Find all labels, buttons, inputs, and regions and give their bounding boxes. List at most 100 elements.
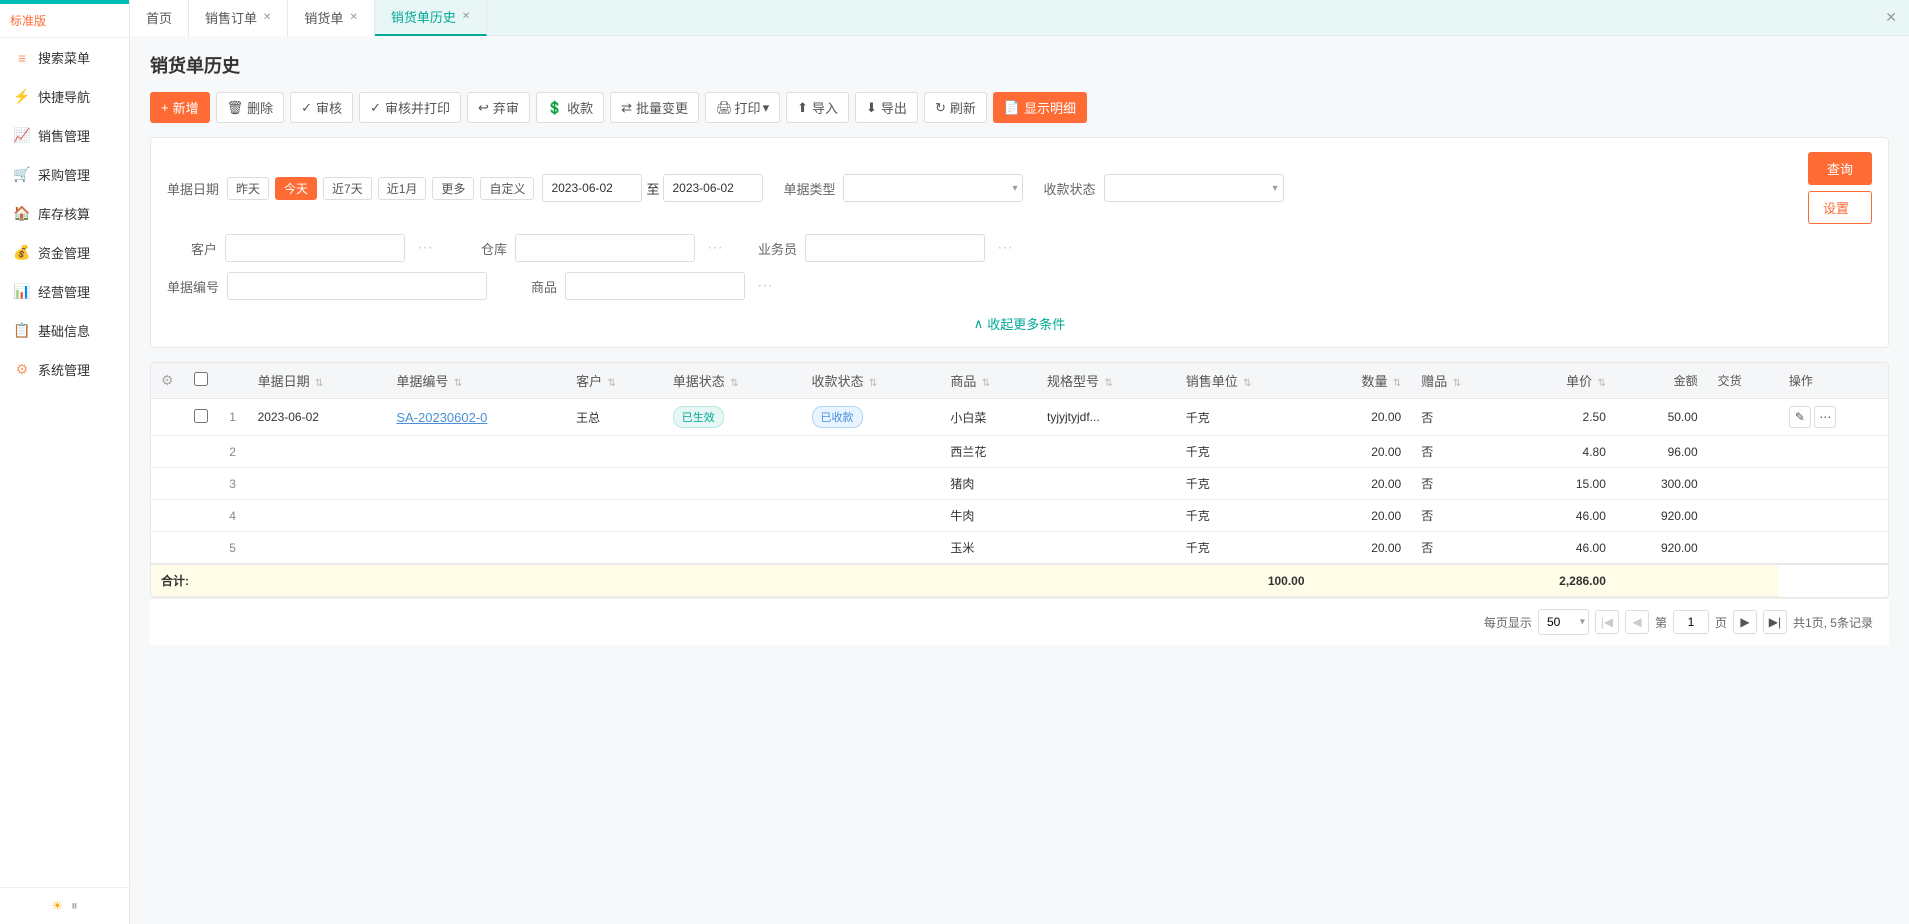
collapse-button[interactable]: ∧ 收起更多条件 bbox=[974, 314, 1066, 333]
edit-row-btn[interactable]: ✎ bbox=[1789, 406, 1811, 428]
select-all-checkbox[interactable] bbox=[194, 372, 208, 386]
last-page-btn[interactable]: ▶| bbox=[1763, 610, 1787, 634]
sort-customer-icon[interactable]: ⇅ bbox=[607, 378, 615, 389]
row-doc-no bbox=[386, 468, 566, 500]
more-row-btn[interactable]: ⋯ bbox=[1814, 406, 1836, 428]
sort-spec-type-icon[interactable]: ⇅ bbox=[1104, 378, 1112, 389]
column-settings-icon[interactable]: ⚙ bbox=[161, 372, 174, 388]
sidebar-item-sys-mgmt[interactable]: ⚙ 系统管理 bbox=[0, 350, 129, 389]
row-payment-status bbox=[802, 532, 941, 565]
sidebar-item-purchase-mgmt[interactable]: 🛒 采购管理 bbox=[0, 155, 129, 194]
sort-sales-unit-icon[interactable]: ⇅ bbox=[1243, 378, 1251, 389]
payment-status-select[interactable] bbox=[1104, 174, 1284, 202]
audit-icon: ✓ bbox=[301, 100, 312, 116]
tab-sales-delivery-close[interactable]: ✕ bbox=[349, 12, 357, 23]
sidebar-item-basic-info[interactable]: 📋 基础信息 bbox=[0, 311, 129, 350]
date-1month[interactable]: 近1月 bbox=[378, 177, 427, 200]
settings-button[interactable]: 设置 bbox=[1808, 191, 1872, 224]
date-today[interactable]: 今天 bbox=[275, 177, 317, 200]
customer-input[interactable] bbox=[225, 234, 405, 262]
tab-home[interactable]: 首页 bbox=[130, 0, 189, 36]
first-page-btn[interactable]: |◀ bbox=[1595, 610, 1619, 634]
prev-page-btn[interactable]: ◀ bbox=[1625, 610, 1649, 634]
sort-payment-status-icon[interactable]: ⇅ bbox=[869, 378, 877, 389]
date-more[interactable]: 更多 bbox=[432, 177, 474, 200]
doc-status-badge: 已生效 bbox=[673, 406, 724, 428]
row-doc-date bbox=[248, 468, 387, 500]
sun-icon[interactable]: ☀ bbox=[51, 898, 63, 914]
row-select-checkbox[interactable] bbox=[194, 409, 208, 423]
row-doc-status: 已生效 bbox=[663, 399, 802, 436]
tab-sales-delivery[interactable]: 销货单 ✕ bbox=[288, 0, 374, 36]
new-button[interactable]: + 新增 bbox=[150, 92, 210, 123]
product-input[interactable] bbox=[565, 272, 745, 300]
th-customer: 客户 ⇅ bbox=[566, 363, 663, 399]
salesperson-dots[interactable]: ··· bbox=[993, 239, 1017, 257]
date-custom[interactable]: 自定义 bbox=[480, 177, 534, 200]
th-unit-price-label: 单价 bbox=[1566, 374, 1592, 389]
date-yesterday[interactable]: 昨天 bbox=[227, 177, 269, 200]
sidebar-item-label: 基础信息 bbox=[38, 321, 90, 340]
product-dots[interactable]: ··· bbox=[753, 277, 777, 295]
warehouse-input[interactable] bbox=[515, 234, 695, 262]
sort-product-icon[interactable]: ⇅ bbox=[982, 378, 990, 389]
footer-remaining bbox=[1616, 564, 1779, 597]
page-total-info: 共1页, 5条记录 bbox=[1793, 614, 1873, 631]
sort-quantity-icon[interactable]: ⇅ bbox=[1393, 378, 1401, 389]
row-quantity: 20.00 bbox=[1315, 532, 1412, 565]
audit-button[interactable]: ✓ 审核 bbox=[290, 92, 353, 123]
sidebar-item-inventory[interactable]: 🏠 库存核算 bbox=[0, 194, 129, 233]
tab-sales-order-close[interactable]: ✕ bbox=[263, 12, 271, 23]
sort-unit-price-icon[interactable]: ⇅ bbox=[1597, 378, 1605, 389]
print-icon: 🖨 bbox=[716, 100, 733, 116]
date-7days[interactable]: 近7天 bbox=[323, 177, 372, 200]
delete-icon: 🗑 bbox=[227, 100, 244, 116]
delete-button[interactable]: 🗑 删除 bbox=[216, 92, 285, 123]
receive-icon: 💲 bbox=[547, 100, 563, 116]
receive-button[interactable]: 💲 收款 bbox=[536, 92, 604, 123]
audit-print-button[interactable]: ✓ 审核并打印 bbox=[359, 92, 461, 123]
import-button[interactable]: ⬆ 导入 bbox=[786, 92, 849, 123]
sort-gift-icon[interactable]: ⇅ bbox=[1453, 378, 1461, 389]
tabbar-close-btn[interactable]: ✕ bbox=[1873, 9, 1909, 26]
tab-sales-order[interactable]: 销售订单 ✕ bbox=[189, 0, 288, 36]
salesperson-input[interactable] bbox=[805, 234, 985, 262]
filter-customer: 客户 ··· bbox=[167, 234, 437, 262]
sort-doc-no-icon[interactable]: ⇅ bbox=[454, 378, 462, 389]
batch-change-button[interactable]: ⇄ 批量变更 bbox=[610, 92, 699, 123]
row-unit-price: 46.00 bbox=[1508, 532, 1616, 565]
sidebar-item-finance[interactable]: 💰 资金管理 bbox=[0, 233, 129, 272]
pause-icon[interactable]: ⏸ bbox=[71, 898, 78, 914]
export-button[interactable]: ⬇ 导出 bbox=[855, 92, 918, 123]
sidebar-item-operations[interactable]: 📊 经营管理 bbox=[0, 272, 129, 311]
th-quantity: 数量 ⇅ bbox=[1315, 363, 1412, 399]
sidebar-item-quick-nav[interactable]: ⚡ 快捷导航 bbox=[0, 77, 129, 116]
sort-doc-status-icon[interactable]: ⇅ bbox=[730, 378, 738, 389]
doc-type-select[interactable] bbox=[843, 174, 1023, 202]
tab-sales-history-close[interactable]: ✕ bbox=[462, 11, 470, 22]
row-quantity: 20.00 bbox=[1315, 468, 1412, 500]
page-input[interactable] bbox=[1673, 610, 1709, 634]
refresh-button[interactable]: ↻ 刷新 bbox=[924, 92, 987, 123]
warehouse-dots[interactable]: ··· bbox=[703, 239, 727, 257]
toolbar: + 新增 🗑 删除 ✓ 审核 ✓ 审核并打印 ↩ 弃审 💲 收款 bbox=[150, 92, 1889, 123]
next-page-btn[interactable]: ▶ bbox=[1733, 610, 1757, 634]
show-detail-button[interactable]: 📄 显示明细 bbox=[993, 92, 1087, 123]
th-amount: 金额 bbox=[1616, 363, 1708, 399]
date-to-input[interactable] bbox=[663, 174, 763, 202]
doc-no-link[interactable]: SA-20230602-0 bbox=[396, 410, 487, 425]
sidebar-item-search-menu[interactable]: ≡ 搜索菜单 bbox=[0, 38, 129, 77]
customer-dots[interactable]: ··· bbox=[413, 239, 437, 257]
tab-sales-history[interactable]: 销货单历史 ✕ bbox=[375, 0, 487, 36]
page-size-select[interactable]: 50 100 200 bbox=[1538, 609, 1589, 635]
row-sales-unit: 千克 bbox=[1176, 500, 1315, 532]
th-payment-status-label: 收款状态 bbox=[812, 374, 864, 389]
discard-button[interactable]: ↩ 弃审 bbox=[467, 92, 530, 123]
sidebar-item-sales-mgmt[interactable]: 📈 销售管理 bbox=[0, 116, 129, 155]
print-button[interactable]: 🖨 打印 ▾ bbox=[705, 92, 780, 123]
date-from-input[interactable] bbox=[542, 174, 642, 202]
row-sales-unit: 千克 bbox=[1176, 436, 1315, 468]
query-button[interactable]: 查询 bbox=[1808, 152, 1872, 185]
doc-no-input[interactable] bbox=[227, 272, 487, 300]
sort-doc-date-icon[interactable]: ⇅ bbox=[315, 378, 323, 389]
